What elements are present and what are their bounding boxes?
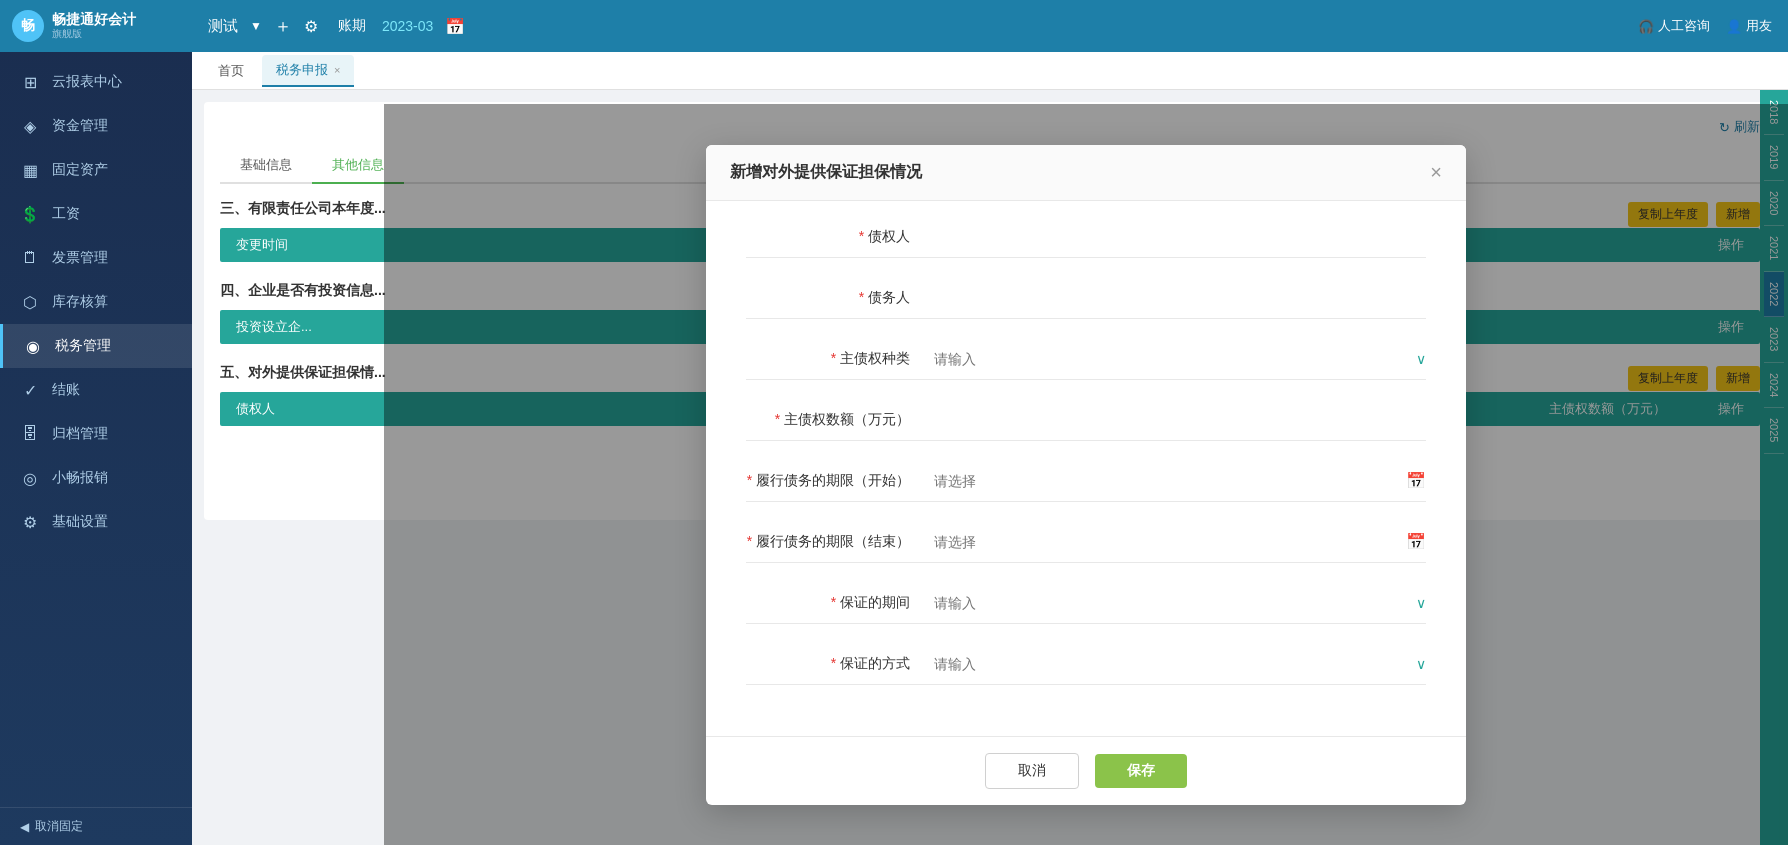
fixed-assets-icon: ▦	[20, 160, 40, 180]
sidebar-item-expense[interactable]: ◎ 小畅报销	[0, 456, 192, 500]
sidebar-item-basic-settings[interactable]: ⚙ 基础设置	[0, 500, 192, 544]
modal-close-button[interactable]: ×	[1430, 161, 1442, 184]
guarantee-method-input[interactable]	[926, 652, 1416, 676]
sidebar-item-tax-mgmt[interactable]: ◉ 税务管理	[0, 324, 192, 368]
tab-tax-report[interactable]: 税务申报 ×	[262, 55, 354, 87]
form-label-period-start: * 履行债务的期限（开始）	[746, 472, 926, 490]
cancel-button[interactable]: 取消	[985, 753, 1079, 789]
expense-icon: ◎	[20, 468, 40, 488]
form-row-guarantee-method: * 保证的方式 ∨	[746, 652, 1426, 685]
modal-overlay: 新增对外提供保证担保情况 × * 债权人 * 债务人	[384, 104, 1788, 845]
sidebar-nav: ⊞ 云报表中心 ◈ 资金管理 ▦ 固定资产 💲 工资 🗒 发票管理 ⬡ 库存核算…	[0, 52, 192, 807]
claim-type-input[interactable]	[926, 347, 1416, 371]
period-end-input[interactable]	[926, 530, 1406, 554]
period-end-calendar-icon[interactable]: 📅	[1406, 532, 1426, 551]
sidebar-item-invoice-mgmt[interactable]: 🗒 发票管理	[0, 236, 192, 280]
form-label-claim-type: * 主债权种类	[746, 350, 926, 368]
header: 测试 ▼ ＋ ⚙ 账期 2023-03 📅 🎧 人工咨询 👤 用友	[192, 0, 1788, 52]
logo-sub: 旗舰版	[52, 27, 136, 41]
sidebar-item-payroll[interactable]: 💲 工资	[0, 192, 192, 236]
invoice-icon: 🗒	[20, 248, 40, 268]
header-consult-button[interactable]: 🎧 人工咨询	[1638, 17, 1710, 35]
main-content: 首页 税务申报 × ↻ 刷新 基础信息 其他信息	[192, 52, 1788, 845]
consult-icon: 🎧	[1638, 19, 1654, 34]
section-5-title: 五、对外提供保证担保情...	[220, 364, 386, 382]
section-3-title: 三、有限责任公司本年度...	[220, 200, 386, 218]
guarantee-period-chevron-icon[interactable]: ∨	[1416, 595, 1426, 611]
header-add-button[interactable]: ＋	[274, 14, 292, 38]
claim-type-wrapper: ∨	[926, 347, 1426, 371]
form-label-debtor: * 债务人	[746, 289, 926, 307]
inventory-icon: ⬡	[20, 292, 40, 312]
claim-type-chevron-icon[interactable]: ∨	[1416, 351, 1426, 367]
debtor-input[interactable]	[926, 286, 1426, 310]
form-label-claim-amount: * 主债权数额（万元）	[746, 411, 926, 429]
logo-icon: 畅	[12, 10, 44, 42]
period-start-calendar-icon[interactable]: 📅	[1406, 471, 1426, 490]
modal: 新增对外提供保证担保情况 × * 债权人 * 债务人	[706, 145, 1466, 805]
logo-title: 畅捷通好会计	[52, 11, 136, 28]
form-label-guarantee-method: * 保证的方式	[746, 655, 926, 673]
sidebar-item-inventory[interactable]: ⬡ 库存核算	[0, 280, 192, 324]
archive-icon: 🗄	[20, 424, 40, 444]
form-row-claim-type: * 主债权种类 ∨	[746, 347, 1426, 380]
header-dropdown-icon[interactable]: ▼	[250, 19, 262, 33]
period-start-input[interactable]	[926, 469, 1406, 493]
form-row-claim-amount: * 主债权数额（万元）	[746, 408, 1426, 441]
settlement-icon: ✓	[20, 380, 40, 400]
settings-icon: ⚙	[20, 512, 40, 532]
form-row-period-start: * 履行债务的期限（开始） 📅	[746, 469, 1426, 502]
sidebar-item-fund-mgmt[interactable]: ◈ 资金管理	[0, 104, 192, 148]
header-right: 🎧 人工咨询 👤 用友	[1638, 17, 1772, 35]
form-row-creditor: * 债权人	[746, 225, 1426, 258]
header-calendar-icon[interactable]: 📅	[445, 17, 465, 36]
claim-amount-input[interactable]	[926, 408, 1426, 432]
user-icon: 👤	[1726, 19, 1742, 34]
form-row-period-end: * 履行债务的期限（结束） 📅	[746, 530, 1426, 563]
section-4-title: 四、企业是否有投资信息...	[220, 282, 386, 300]
sidebar-footer[interactable]: ◀ 取消固定	[0, 807, 192, 845]
header-settings-icon[interactable]: ⚙	[304, 17, 318, 36]
header-period-label: 账期	[338, 17, 366, 35]
tabs-bar: 首页 税务申报 ×	[192, 52, 1788, 90]
sidebar-item-cloud-report[interactable]: ⊞ 云报表中心	[0, 60, 192, 104]
guarantee-method-wrapper: ∨	[926, 652, 1426, 676]
form-label-guarantee-period: * 保证的期间	[746, 594, 926, 612]
header-period-value: 2023-03	[382, 18, 433, 34]
sub-tab-basic-info[interactable]: 基础信息	[220, 148, 312, 184]
period-end-wrapper: 📅	[926, 530, 1426, 554]
form-label-period-end: * 履行债务的期限（结束）	[746, 533, 926, 551]
guarantee-period-wrapper: ∨	[926, 591, 1426, 615]
period-start-wrapper: 📅	[926, 469, 1426, 493]
modal-footer: 取消 保存	[706, 736, 1466, 805]
tab-close-icon[interactable]: ×	[334, 64, 340, 76]
modal-header: 新增对外提供保证担保情况 ×	[706, 145, 1466, 201]
creditor-input[interactable]	[926, 225, 1426, 249]
sidebar-logo: 畅 畅捷通好会计 旗舰版	[0, 0, 192, 52]
tab-home[interactable]: 首页	[204, 56, 258, 86]
guarantee-method-chevron-icon[interactable]: ∨	[1416, 656, 1426, 672]
sidebar-item-settlement[interactable]: ✓ 结账	[0, 368, 192, 412]
sidebar-footer-icon: ◀	[20, 820, 29, 834]
form-row-debtor: * 债务人	[746, 286, 1426, 319]
modal-body: * 债权人 * 债务人 * 主债权种	[706, 201, 1466, 736]
cloud-report-icon: ⊞	[20, 72, 40, 92]
sidebar-item-fixed-assets[interactable]: ▦ 固定资产	[0, 148, 192, 192]
payroll-icon: 💲	[20, 204, 40, 224]
tax-icon: ◉	[23, 336, 43, 356]
sidebar: 畅 畅捷通好会计 旗舰版 ⊞ 云报表中心 ◈ 资金管理 ▦ 固定资产 💲 工资 …	[0, 0, 192, 845]
header-user-button[interactable]: 👤 用友	[1726, 17, 1772, 35]
save-button[interactable]: 保存	[1095, 754, 1187, 788]
guarantee-period-input[interactable]	[926, 591, 1416, 615]
header-title: 测试	[208, 17, 238, 36]
form-row-guarantee-period: * 保证的期间 ∨	[746, 591, 1426, 624]
form-label-creditor: * 债权人	[746, 228, 926, 246]
fund-icon: ◈	[20, 116, 40, 136]
modal-title: 新增对外提供保证担保情况	[730, 162, 922, 183]
sidebar-item-archive-mgmt[interactable]: 🗄 归档管理	[0, 412, 192, 456]
